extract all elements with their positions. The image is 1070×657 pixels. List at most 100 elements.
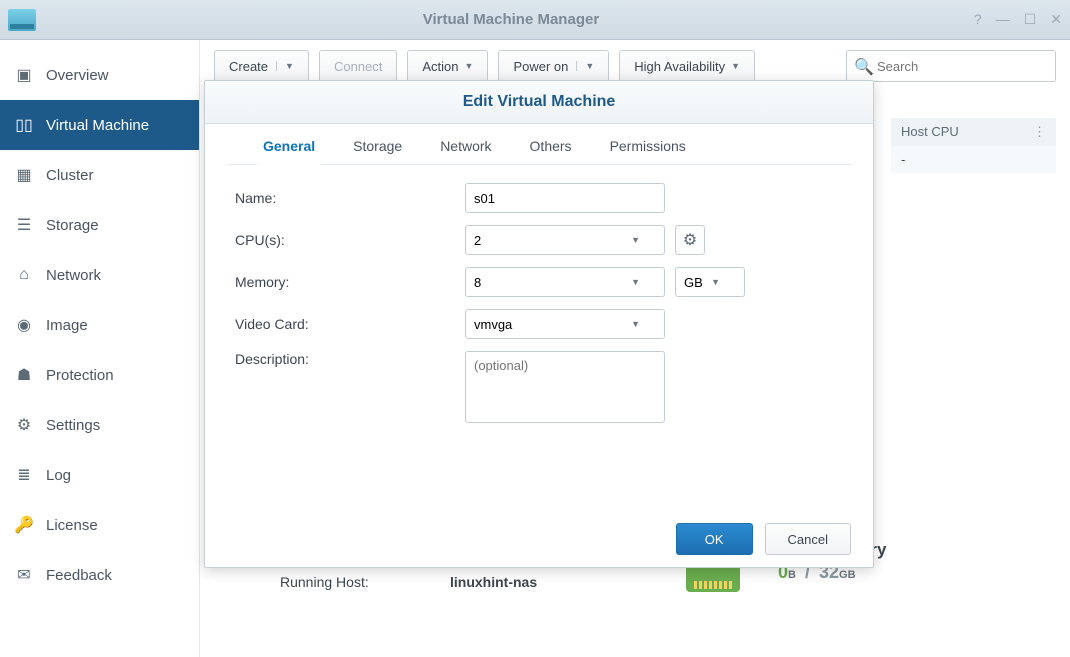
- minimize-icon[interactable]: —: [996, 11, 1010, 28]
- description-textarea[interactable]: [465, 351, 665, 423]
- column-menu-icon[interactable]: ⋮: [1033, 124, 1046, 140]
- sidebar-item-license[interactable]: 🔑 License: [0, 500, 199, 550]
- sidebar-item-cluster[interactable]: ▦ Cluster: [0, 150, 199, 200]
- sidebar-item-label: Feedback: [46, 567, 112, 584]
- sidebar-item-log[interactable]: ≣ Log: [0, 450, 199, 500]
- feedback-icon: ✉: [14, 565, 34, 585]
- toolbar: Create ▼ Connect Action ▼ Power on ▼ Hig…: [214, 50, 1056, 82]
- connect-button-label: Connect: [334, 59, 382, 74]
- sidebar-item-protection[interactable]: ☗ Protection: [0, 350, 199, 400]
- ha-button-label: High Availability: [634, 59, 725, 74]
- license-icon: 🔑: [14, 515, 34, 535]
- name-input[interactable]: [465, 183, 665, 213]
- sidebar-item-settings[interactable]: ⚙ Settings: [0, 400, 199, 450]
- log-icon: ≣: [14, 465, 34, 485]
- connect-button[interactable]: Connect: [319, 50, 397, 82]
- help-icon[interactable]: ?: [974, 11, 982, 28]
- sidebar-item-overview[interactable]: ▣ Overview: [0, 50, 199, 100]
- dialog-body: Name: CPU(s): 2 ▼ ⚙ Memory: 8 ▼ GB ▼: [205, 165, 873, 511]
- memory-unit-value: GB: [684, 275, 703, 290]
- column-header[interactable]: Host CPU ⋮: [891, 118, 1056, 146]
- sidebar-item-label: Log: [46, 467, 71, 484]
- close-icon[interactable]: ✕: [1050, 11, 1062, 28]
- vm-icon: ▯▯: [14, 115, 34, 135]
- cpu-select-value: 2: [474, 233, 481, 248]
- cpu-select[interactable]: 2 ▼: [465, 225, 665, 255]
- image-icon: ◉: [14, 315, 34, 335]
- host-key: Running Host:: [280, 574, 450, 590]
- caret-icon: ▼: [631, 277, 640, 287]
- search-input[interactable]: [846, 50, 1056, 82]
- sidebar-item-virtual-machine[interactable]: ▯▯ Virtual Machine: [0, 100, 199, 150]
- caret-icon: ▼: [631, 319, 640, 329]
- tab-network[interactable]: Network: [434, 134, 497, 164]
- column-cell: -: [891, 146, 1056, 173]
- settings-icon: ⚙: [14, 415, 34, 435]
- cancel-button[interactable]: Cancel: [765, 523, 851, 555]
- sidebar-item-label: Virtual Machine: [46, 117, 149, 134]
- tab-storage[interactable]: Storage: [347, 134, 408, 164]
- video-label: Video Card:: [235, 316, 465, 332]
- search-wrap: 🔍: [846, 50, 1056, 82]
- memory-unit-select[interactable]: GB ▼: [675, 267, 745, 297]
- create-button[interactable]: Create ▼: [214, 50, 309, 82]
- tab-others[interactable]: Others: [524, 134, 578, 164]
- memory-select[interactable]: 8 ▼: [465, 267, 665, 297]
- caret-icon: ▼: [731, 61, 740, 71]
- ha-button[interactable]: High Availability ▼: [619, 50, 755, 82]
- app-title: Virtual Machine Manager: [48, 11, 974, 28]
- maximize-icon[interactable]: ☐: [1024, 11, 1037, 28]
- caret-icon: ▼: [276, 61, 294, 71]
- sidebar-item-image[interactable]: ◉ Image: [0, 300, 199, 350]
- video-select-value: vmvga: [474, 317, 512, 332]
- memory-used-unit: B: [788, 569, 796, 581]
- name-label: Name:: [235, 190, 465, 206]
- ok-button[interactable]: OK: [676, 523, 753, 555]
- sidebar-item-label: Settings: [46, 417, 100, 434]
- memory-select-value: 8: [474, 275, 481, 290]
- sidebar-item-label: Storage: [46, 217, 99, 234]
- dialog-title: Edit Virtual Machine: [205, 81, 873, 124]
- video-select[interactable]: vmvga ▼: [465, 309, 665, 339]
- caret-icon: ▼: [711, 277, 720, 287]
- titlebar: Virtual Machine Manager ? — ☐ ✕: [0, 0, 1070, 40]
- description-label: Description:: [235, 351, 465, 367]
- poweron-button[interactable]: Power on ▼: [498, 50, 609, 82]
- storage-icon: ☰: [14, 215, 34, 235]
- sidebar: ▣ Overview ▯▯ Virtual Machine ▦ Cluster …: [0, 40, 200, 657]
- search-icon: 🔍: [854, 57, 874, 77]
- gear-icon: ⚙: [683, 230, 697, 250]
- tab-permissions[interactable]: Permissions: [604, 134, 692, 164]
- caret-icon: ▼: [631, 235, 640, 245]
- app-icon: [8, 9, 36, 31]
- cluster-icon: ▦: [14, 165, 34, 185]
- sidebar-item-label: Overview: [46, 67, 109, 84]
- protection-icon: ☗: [14, 365, 34, 385]
- host-value: linuxhint-nas: [450, 574, 537, 590]
- column-header-label: Host CPU: [901, 124, 959, 140]
- sidebar-item-storage[interactable]: ☰ Storage: [0, 200, 199, 250]
- sidebar-item-label: Image: [46, 317, 88, 334]
- dialog-tabs: General Storage Network Others Permissio…: [227, 124, 851, 165]
- cpu-label: CPU(s):: [235, 232, 465, 248]
- network-icon: ⌂: [14, 265, 34, 285]
- tab-general[interactable]: General: [257, 134, 321, 164]
- window-controls: ? — ☐ ✕: [974, 11, 1062, 28]
- sidebar-item-label: Protection: [46, 367, 114, 384]
- sidebar-item-network[interactable]: ⌂ Network: [0, 250, 199, 300]
- cpu-settings-button[interactable]: ⚙: [675, 225, 705, 255]
- overview-icon: ▣: [14, 65, 34, 85]
- memory-total-unit: GB: [839, 569, 856, 581]
- action-button-label: Action: [422, 59, 458, 74]
- sidebar-item-label: Cluster: [46, 167, 94, 184]
- dialog-footer: OK Cancel: [205, 511, 873, 567]
- poweron-button-label: Power on: [513, 59, 568, 74]
- caret-icon: ▼: [576, 61, 594, 71]
- create-button-label: Create: [229, 59, 268, 74]
- sidebar-item-label: Network: [46, 267, 101, 284]
- caret-icon: ▼: [465, 61, 474, 71]
- edit-vm-dialog: Edit Virtual Machine General Storage Net…: [204, 80, 874, 568]
- sidebar-item-feedback[interactable]: ✉ Feedback: [0, 550, 199, 600]
- action-button[interactable]: Action ▼: [407, 50, 488, 82]
- host-cpu-column: Host CPU ⋮ -: [891, 118, 1056, 173]
